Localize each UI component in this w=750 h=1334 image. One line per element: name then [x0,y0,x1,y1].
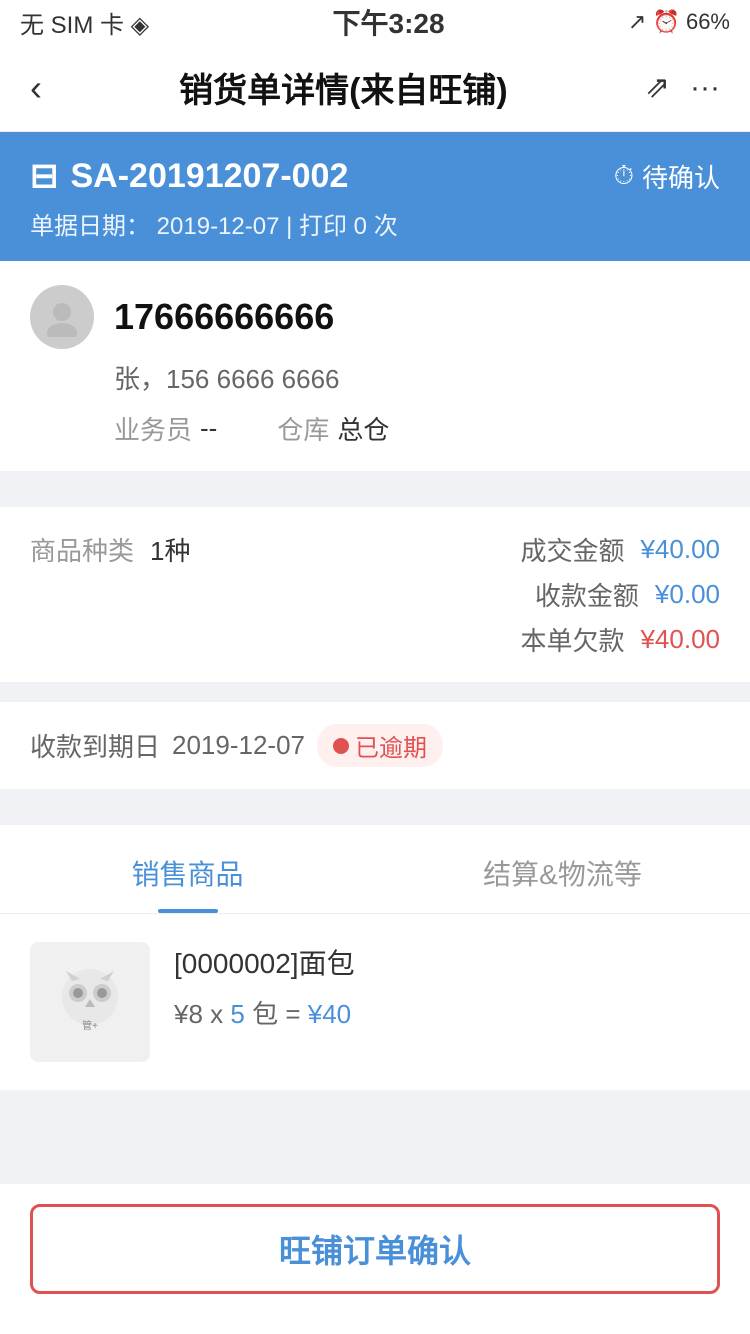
summary-right: 成交金额 ¥40.00 收款金额 ¥0.00 本单欠款 ¥40.00 [520,531,720,658]
confirm-order-button[interactable]: 旺铺订单确认 [30,1204,720,1294]
customer-section: 17666666666 张，156 6666 6666 业务员 -- 仓库 总仓 [0,261,750,471]
product-total: ¥40 [308,999,351,1029]
order-date: 单据日期： 2019-12-07 | 打印 0 次 [30,206,720,241]
customer-top: 17666666666 [30,285,720,349]
order-id-text: SA-20191207-002 [71,157,349,196]
deal-amount-row: 成交金额 ¥40.00 [520,531,720,568]
nav-bar: ‹ 销货单详情(来自旺铺) ⇗ ··· [0,44,750,132]
due-date-label: 收款到期日 [30,727,160,764]
tabs-row: 销售商品 结算&物流等 [0,825,750,914]
avatar [30,285,94,349]
collected-label: 收款金额 [535,576,639,613]
salesperson-label: 业务员 [114,410,192,447]
owed-row: 本单欠款 ¥40.00 [520,621,720,658]
product-qty: 5 [230,999,244,1029]
overdue-text: 已逾期 [355,728,427,763]
due-section: 收款到期日 2019-12-07 已逾期 [0,701,750,789]
equals-sign: = [285,999,307,1029]
unit-price: ¥8 [174,999,203,1029]
order-header-top: ⊟ SA-20191207-002 ⏱ 待确认 [30,156,720,196]
status-left: 无 SIM 卡 ◈ [20,5,149,40]
order-id-icon: ⊟ [30,156,59,196]
salesperson-value: -- [200,413,217,444]
order-status: ⏱ 待确认 [614,158,720,195]
tab-sales-product[interactable]: 销售商品 [0,825,375,913]
owed-label: 本单欠款 [520,621,624,658]
deal-amount-value: ¥40.00 [640,534,720,565]
table-row: 管+ [0000002]面包 ¥8 x 5 包 = ¥40 [0,914,750,1091]
status-text: 待确认 [642,158,720,195]
product-info: [0000002]面包 ¥8 x 5 包 = ¥40 [174,942,720,1031]
summary-section: 商品种类 1种 成交金额 ¥40.00 收款金额 ¥0.00 本单欠款 ¥40.… [0,507,750,682]
summary-left: 商品种类 1种 [30,531,190,568]
status-right: ↗ ⏰ 66% [628,9,730,35]
page-title: 销货单详情(来自旺铺) [42,63,645,112]
tab-settlement-logistics[interactable]: 结算&物流等 [375,825,750,913]
bottom-bar: 旺铺订单确认 [0,1184,750,1334]
nav-actions: ⇗ ··· [645,70,720,105]
multiply-sign: x [210,999,230,1029]
product-list: 管+ [0000002]面包 ¥8 x 5 包 = ¥40 [0,914,750,1091]
overdue-dot-icon [333,738,349,754]
order-header: ⊟ SA-20191207-002 ⏱ 待确认 单据日期： 2019-12-07… [0,132,750,261]
product-name: [0000002]面包 [174,942,720,982]
product-thumbnail: 管+ [30,942,150,1062]
more-icon[interactable]: ··· [690,71,720,105]
product-type-label: 商品种类 [30,531,134,568]
customer-meta: 业务员 -- 仓库 总仓 [30,410,720,447]
warehouse-label: 仓库 [277,410,329,447]
status-bar: 无 SIM 卡 ◈ 下午3:28 ↗ ⏰ 66% [0,0,750,44]
back-button[interactable]: ‹ [30,67,42,109]
separator-2 [0,682,750,683]
order-id: ⊟ SA-20191207-002 [30,156,348,196]
product-unit: 包 [252,999,278,1029]
share-icon[interactable]: ⇗ [645,70,670,105]
warehouse-field: 仓库 总仓 [277,410,389,447]
product-price: ¥8 x 5 包 = ¥40 [174,994,720,1031]
salesperson-field: 业务员 -- [114,410,217,447]
svg-text:管+: 管+ [82,1019,98,1032]
customer-phone: 17666666666 [114,296,334,338]
product-thumb-inner: 管+ [45,957,135,1047]
product-type-value: 1种 [150,531,190,568]
collected-row: 收款金额 ¥0.00 [535,576,720,613]
tabs-section: 销售商品 结算&物流等 [0,825,750,1091]
due-date-value: 2019-12-07 [172,730,305,761]
battery-info: ↗ ⏰ 66% [628,9,730,35]
separator-3 [0,789,750,807]
overdue-badge: 已逾期 [317,724,443,767]
separator-1 [0,471,750,489]
warehouse-value: 总仓 [337,410,389,447]
customer-name: 张，156 6666 6666 [30,359,720,396]
deal-amount-label: 成交金额 [520,531,624,568]
sim-status: 无 SIM 卡 ◈ [20,5,149,40]
collected-value: ¥0.00 [655,579,720,610]
status-clock-icon: ⏱ [614,160,634,192]
status-time: 下午3:28 [333,2,445,42]
owed-value: ¥40.00 [640,624,720,655]
